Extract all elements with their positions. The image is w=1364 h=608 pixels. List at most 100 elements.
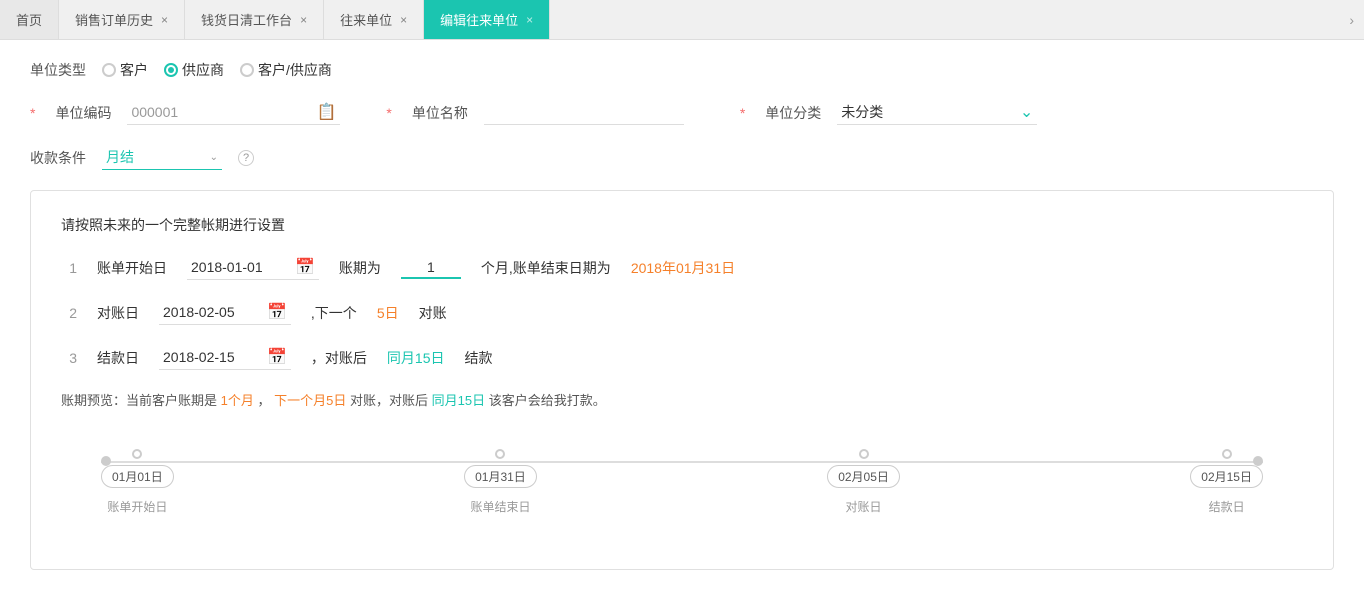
preview-text: 账期预览：当前客户账期是 1个月 ， 下一个月5日 对账，对账后 同月15日 该… [61,390,1303,409]
point-label-0: 账单开始日 [107,498,167,515]
preview-part1: 1个月 [221,393,254,408]
row-2-cal-icon[interactable]: 📅 [267,302,287,322]
unit-class-select[interactable]: 未分类 ⌄ [837,100,1037,125]
row-2-date-wrap: 📅 [159,300,291,325]
period-unit: 个月,账单结束日期为 [481,258,611,278]
tab-partner-label: 往来单位 [340,10,392,29]
row-3-date-wrap: 📅 [159,345,291,370]
tab-cash-work-close[interactable]: × [300,13,307,27]
setting-row-1: 1 账单开始日 📅 账期为 个月,账单结束日期为 2018年01月31日 [61,255,1303,280]
payment-label: 收款条件 [30,148,86,168]
timeline-point-3: 02月15日 结款日 [1190,449,1263,515]
unit-class-required: * [740,105,745,121]
timeline-point-0: 01月01日 账单开始日 [101,449,174,515]
tab-sales-history-close[interactable]: × [161,13,168,27]
row-3-date-input[interactable] [163,349,263,365]
unit-name-label: 单位名称 [412,103,468,123]
point-label-3: 结款日 [1209,498,1245,515]
point-date-3: 02月15日 [1190,465,1263,488]
unit-name-required: * [386,105,391,121]
timeline-points: 01月01日 账单开始日 01月31日 账单结束日 02月05日 对账日 02月… [101,449,1263,515]
unit-class-value: 未分类 [841,102,1020,122]
tab-cash-work-label: 钱货日清工作台 [201,10,292,29]
tab-edit-partner-label: 编辑往来单位 [440,10,518,29]
tab-sales-history[interactable]: 销售订单历史 × [59,0,185,39]
row-3-suffix3: 结款 [465,348,493,368]
payment-select[interactable]: 月结 ⌄ [102,145,222,170]
tab-bar: 首页 销售订单历史 × 钱货日清工作台 × 往来单位 × 编辑往来单位 × › [0,0,1364,40]
unit-class-label: 单位分类 [765,103,821,123]
row-1-date-input[interactable] [191,259,291,275]
payment-value: 月结 [106,147,210,167]
row-2-label: 对账日 [97,303,139,323]
radio-both[interactable]: 客户/供应商 [240,60,332,80]
row-2-date-input[interactable] [163,304,263,320]
unit-name-input[interactable]: 河南供应商22 [484,100,684,125]
row-1-date-wrap: 📅 [187,255,319,280]
row-3-highlight: 同月15日 [387,348,445,368]
unit-type-row: 单位类型 客户 供应商 客户/供应商 [30,60,1334,80]
box-title: 请按照未来的一个完整帐期进行设置 [61,215,1303,235]
row-3-label: 结款日 [97,348,139,368]
row-2-suffix3: 对账 [419,303,447,323]
preview-sep1: ， [258,393,271,408]
row-3-num: 3 [61,350,77,366]
unit-code-input-wrap: 📋 [127,100,340,125]
preview-suffix: 该客户会给我打款。 [489,393,606,408]
period-input[interactable] [401,257,461,279]
point-date-2: 02月05日 [827,465,900,488]
row-1-cal-icon[interactable]: 📅 [295,257,315,277]
timeline-point-2: 02月05日 对账日 [827,449,900,515]
payment-dropdown-icon: ⌄ [210,152,218,163]
radio-supplier-circle [164,63,178,77]
timeline: 01月01日 账单开始日 01月31日 账单结束日 02月05日 对账日 02月… [61,429,1303,545]
preview-sep2: 对账，对账后 [350,393,428,408]
radio-supplier[interactable]: 供应商 [164,60,224,80]
tab-home[interactable]: 首页 [0,0,59,39]
setting-row-3: 3 结款日 📅 ，对账后 同月15日 结款 [61,345,1303,370]
settings-box: 请按照未来的一个完整帐期进行设置 1 账单开始日 📅 账期为 个月,账单结束日期… [30,190,1334,570]
main-content: 单位类型 客户 供应商 客户/供应商 * 单位编码 📋 * 单位名称 河南供应商… [0,40,1364,608]
tab-edit-partner-close[interactable]: × [526,13,533,27]
radio-both-label: 客户/供应商 [258,60,332,80]
radio-customer[interactable]: 客户 [102,60,148,80]
row-2-suffix1: ,下一个 [311,303,357,323]
radio-group-unit-type: 客户 供应商 客户/供应商 [102,60,332,80]
timeline-point-1: 01月31日 账单结束日 [464,449,537,515]
row-1-num: 1 [61,260,77,276]
unit-code-icon[interactable]: 📋 [316,102,336,122]
unit-code-required: * [30,105,35,121]
row-3-cal-icon[interactable]: 📅 [267,347,287,367]
unit-type-label: 单位类型 [30,60,86,80]
tab-partner[interactable]: 往来单位 × [324,0,424,39]
unit-code-label: 单位编码 [55,103,111,123]
tab-partner-close[interactable]: × [400,13,407,27]
payment-row: 收款条件 月结 ⌄ ? [30,145,1334,170]
radio-supplier-label: 供应商 [182,60,224,80]
setting-row-2: 2 对账日 📅 ,下一个 5日 对账 [61,300,1303,325]
radio-customer-circle [102,63,116,77]
unit-class-dropdown-icon: ⌄ [1020,102,1033,122]
tab-edit-partner[interactable]: 编辑往来单位 × [424,0,550,39]
row-2-highlight: 5日 [377,303,399,323]
point-label-2: 对账日 [846,498,882,515]
preview-part2: 下一个月5日 [274,393,346,408]
row-2-num: 2 [61,305,77,321]
tab-more-button[interactable]: › [1339,0,1364,39]
point-dot-3 [1222,449,1232,459]
unit-code-input[interactable] [131,104,312,120]
tab-cash-work[interactable]: 钱货日清工作台 × [185,0,324,39]
tab-home-label: 首页 [16,10,42,29]
point-date-1: 01月31日 [464,465,537,488]
point-date-0: 01月01日 [101,465,174,488]
period-end: 2018年01月31日 [631,258,735,278]
radio-both-circle [240,63,254,77]
point-dot-2 [859,449,869,459]
row-3-suffix1: ，对账后 [311,348,367,368]
row-1-label: 账单开始日 [97,258,167,278]
tab-sales-history-label: 销售订单历史 [75,10,153,29]
preview-part3: 同月15日 [432,393,485,408]
help-icon[interactable]: ? [238,150,254,166]
preview-prefix: 账期预览：当前客户账期是 [61,393,217,408]
point-label-1: 账单结束日 [470,498,530,515]
